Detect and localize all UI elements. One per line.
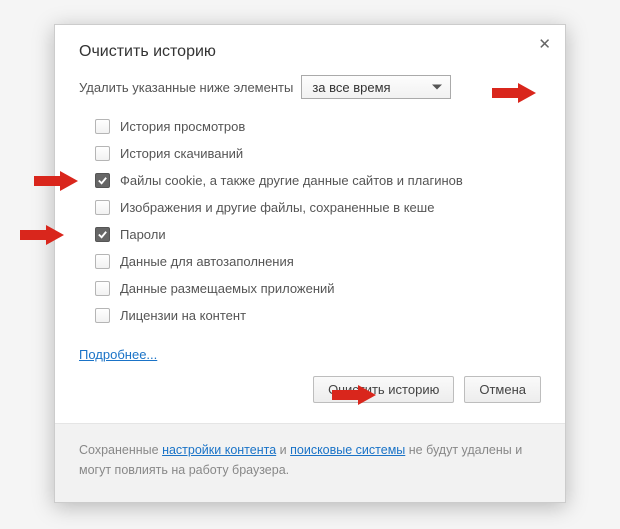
checkbox[interactable] [95,173,110,188]
footer-text: и [276,443,290,457]
search-engines-link[interactable]: поисковые системы [290,443,405,457]
footer-text: Сохраненные [79,443,162,457]
checkbox[interactable] [95,254,110,269]
checkbox[interactable] [95,308,110,323]
dialog-footer-note: Сохраненные настройки контента и поисков… [55,423,565,502]
checkbox-label: Изображения и другие файлы, сохраненные … [120,200,434,215]
prompt-label: Удалить указанные ниже элементы [79,80,293,95]
checkbox-row: Лицензии на контент [79,302,541,329]
time-range-value: за все время [312,80,390,95]
chevron-down-icon [432,85,442,90]
checkbox-row: Пароли [79,221,541,248]
checkbox-row: Файлы cookie, а также другие данные сайт… [79,167,541,194]
clear-history-button[interactable]: Очистить историю [313,376,454,403]
checkbox-row: Данные размещаемых приложений [79,275,541,302]
close-icon[interactable]: ✕ [538,37,551,52]
cancel-button[interactable]: Отмена [464,376,541,403]
checkbox-label: Пароли [120,227,166,242]
content-settings-link[interactable]: настройки контента [162,443,276,457]
checkbox-label: Лицензии на контент [120,308,246,323]
learn-more-link[interactable]: Подробнее... [79,347,157,362]
time-range-select[interactable]: за все время [301,75,451,99]
checkbox-list: История просмотров История скачиваний Файл… [55,109,565,333]
checkbox-label: Данные размещаемых приложений [120,281,335,296]
checkbox-row: Изображения и другие файлы, сохраненные … [79,194,541,221]
checkbox[interactable] [95,200,110,215]
checkbox-label: Файлы cookie, а также другие данные сайт… [120,173,463,188]
checkbox-label: История просмотров [120,119,245,134]
checkbox[interactable] [95,119,110,134]
checkbox-row: История просмотров [79,113,541,140]
checkbox-label: Данные для автозаполнения [120,254,294,269]
dialog-title: Очистить историю [79,43,541,61]
checkbox-row: Данные для автозаполнения [79,248,541,275]
clear-history-dialog: Очистить историю ✕ Удалить указанные ниж… [54,24,566,503]
checkbox[interactable] [95,227,110,242]
checkbox-label: История скачиваний [120,146,243,161]
checkbox[interactable] [95,146,110,161]
checkbox-row: История скачиваний [79,140,541,167]
checkbox[interactable] [95,281,110,296]
